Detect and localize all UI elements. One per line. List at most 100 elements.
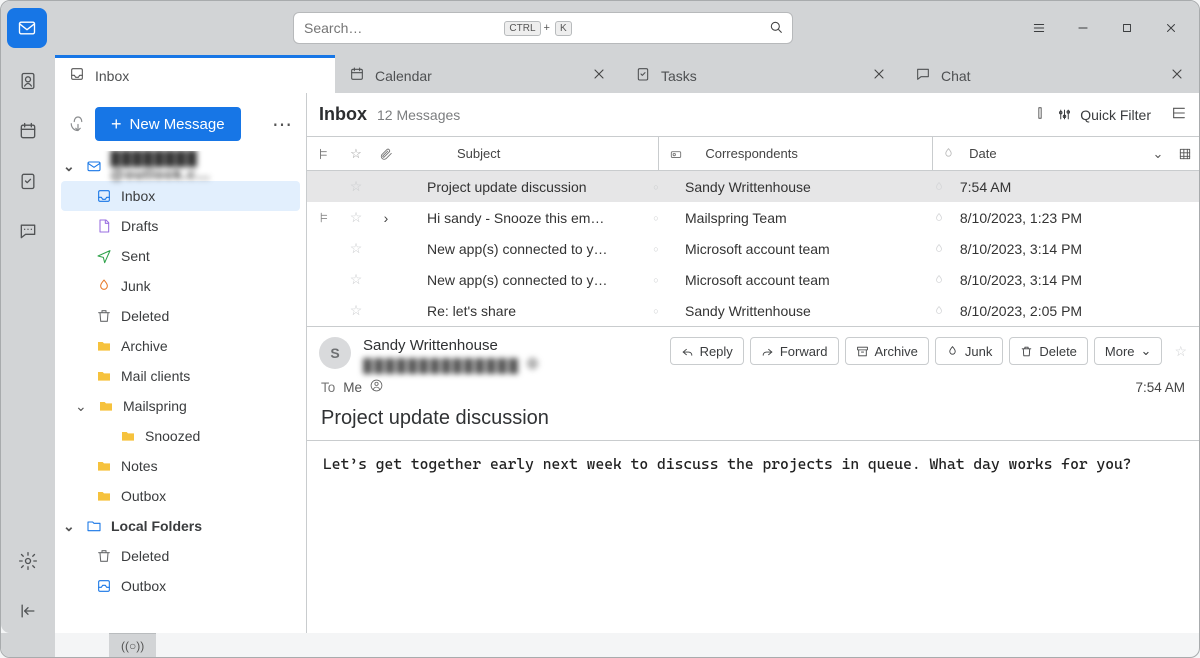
junk-button[interactable]: Junk bbox=[935, 337, 1003, 365]
rail-chat-icon[interactable] bbox=[16, 219, 40, 243]
tab-chat[interactable]: Chat bbox=[901, 55, 1199, 93]
folder-mailspring[interactable]: ⌄ Mailspring bbox=[61, 391, 300, 421]
tab-inbox[interactable]: Inbox bbox=[55, 55, 335, 93]
sent-icon bbox=[95, 248, 113, 264]
message-date: 8/10/2023, 3:14 PM bbox=[954, 233, 1145, 264]
folder-junk[interactable]: Junk bbox=[61, 271, 300, 301]
flame-icon bbox=[924, 171, 954, 202]
col-correspondents-icon[interactable] bbox=[659, 137, 693, 170]
rail-settings-icon[interactable] bbox=[16, 549, 40, 573]
folder-outbox[interactable]: Outbox bbox=[61, 481, 300, 511]
expand-chevron-icon[interactable]: › bbox=[371, 202, 401, 233]
junk-icon bbox=[95, 278, 113, 294]
star-icon[interactable]: ☆ bbox=[341, 171, 371, 202]
message-row[interactable]: ☆ New app(s) connected to y… ○ Microsoft… bbox=[307, 233, 1199, 264]
search-box[interactable]: CTRL + K bbox=[293, 12, 793, 44]
account-header[interactable]: ⌄ ████████ @outlook.c… bbox=[61, 151, 300, 181]
search-input[interactable] bbox=[302, 19, 502, 37]
folder-deleted-label: Deleted bbox=[121, 308, 169, 324]
star-icon[interactable]: ☆ bbox=[341, 202, 371, 233]
new-message-button[interactable]: + New Message bbox=[95, 107, 241, 141]
trash-icon bbox=[95, 548, 113, 564]
layout-options-icon[interactable] bbox=[1161, 105, 1187, 124]
folder-sent[interactable]: Sent bbox=[61, 241, 300, 271]
archive-button[interactable]: Archive bbox=[845, 337, 929, 365]
message-row[interactable]: ☆ Re: let's share ○ Sandy Writtenhouse 8… bbox=[307, 295, 1199, 326]
message-from: Mailspring Team bbox=[673, 202, 924, 233]
col-thread-icon[interactable] bbox=[307, 137, 341, 170]
window-close-button[interactable] bbox=[1149, 6, 1193, 50]
activity-rail bbox=[1, 55, 55, 633]
contact-icon[interactable] bbox=[370, 379, 383, 395]
col-sort-chevron[interactable]: ⌄ bbox=[1145, 137, 1171, 170]
tab-chat-close[interactable] bbox=[1169, 66, 1185, 85]
rail-tasks-icon[interactable] bbox=[16, 169, 40, 193]
folder-drafts-label: Drafts bbox=[121, 218, 158, 234]
inbox-icon bbox=[69, 66, 85, 85]
window-maximize-button[interactable] bbox=[1105, 6, 1149, 50]
star-icon[interactable]: ☆ bbox=[341, 295, 371, 326]
get-messages-icon[interactable] bbox=[69, 114, 87, 135]
app-menu-button[interactable] bbox=[1017, 6, 1061, 50]
tab-tasks-close[interactable] bbox=[871, 66, 887, 85]
tab-chat-label: Chat bbox=[941, 68, 971, 84]
star-icon[interactable]: ☆ bbox=[341, 264, 371, 295]
star-icon[interactable]: ☆ bbox=[341, 233, 371, 264]
trash-icon bbox=[95, 308, 113, 324]
more-button[interactable]: More ⌄ bbox=[1094, 337, 1163, 365]
local-folders-icon bbox=[85, 518, 103, 534]
search-icon[interactable] bbox=[768, 19, 784, 38]
window-minimize-button[interactable] bbox=[1061, 6, 1105, 50]
local-outbox[interactable]: Outbox bbox=[61, 571, 300, 601]
local-deleted-label: Deleted bbox=[121, 548, 169, 564]
folder-notes[interactable]: Notes bbox=[61, 451, 300, 481]
rail-contacts-icon[interactable] bbox=[16, 69, 40, 93]
display-options-icon[interactable] bbox=[1033, 106, 1047, 123]
chevron-down-icon: ⌄ bbox=[63, 518, 77, 535]
col-attachment-icon[interactable] bbox=[371, 137, 401, 170]
message-subject: Hi sandy - Snooze this em… bbox=[421, 202, 639, 233]
quick-filter-button[interactable]: Quick Filter bbox=[1057, 107, 1151, 123]
local-deleted[interactable]: Deleted bbox=[61, 541, 300, 571]
inbox-folder-icon bbox=[95, 188, 113, 204]
local-folders-header[interactable]: ⌄ Local Folders bbox=[61, 511, 300, 541]
col-subject[interactable]: Subject bbox=[451, 137, 659, 170]
message-from: Sandy Writtenhouse bbox=[673, 171, 924, 202]
col-star-icon[interactable]: ☆ bbox=[341, 137, 371, 170]
col-correspondents[interactable]: Correspondents bbox=[693, 137, 933, 170]
folder-mail-clients[interactable]: Mail clients bbox=[61, 361, 300, 391]
rail-calendar-icon[interactable] bbox=[16, 119, 40, 143]
folder-archive[interactable]: Archive bbox=[61, 331, 300, 361]
preview-time: 7:54 AM bbox=[1135, 380, 1185, 395]
col-picker-icon[interactable] bbox=[1171, 137, 1199, 170]
col-date[interactable]: Date bbox=[963, 137, 1145, 170]
folder-pane-menu[interactable]: ⋯ bbox=[268, 112, 296, 137]
column-headers: ☆ Subject Correspondents Date ⌄ bbox=[307, 137, 1199, 171]
tab-calendar[interactable]: Calendar bbox=[335, 55, 621, 93]
folder-inbox[interactable]: Inbox bbox=[61, 181, 300, 211]
col-spam-icon[interactable] bbox=[933, 137, 963, 170]
message-row[interactable]: ☆ New app(s) connected to y… ○ Microsoft… bbox=[307, 264, 1199, 295]
more-label: More bbox=[1105, 344, 1135, 359]
reply-button[interactable]: Reply bbox=[670, 337, 744, 365]
preview-star-icon[interactable]: ☆ bbox=[1168, 343, 1187, 360]
tab-tasks[interactable]: Tasks bbox=[621, 55, 901, 93]
folder-deleted[interactable]: Deleted bbox=[61, 301, 300, 331]
junk-label: Junk bbox=[965, 344, 992, 359]
rail-collapse-icon[interactable] bbox=[16, 599, 40, 623]
app-icon[interactable] bbox=[7, 8, 47, 48]
folder-drafts[interactable]: Drafts bbox=[61, 211, 300, 241]
message-date: 8/10/2023, 3:14 PM bbox=[954, 264, 1145, 295]
folder-snoozed-label: Snoozed bbox=[145, 428, 200, 444]
flame-icon bbox=[924, 295, 954, 326]
folder-notes-label: Notes bbox=[121, 458, 158, 474]
delete-button[interactable]: Delete bbox=[1009, 337, 1088, 365]
preview-from-name: Sandy Writtenhouse bbox=[363, 337, 539, 354]
tab-calendar-close[interactable] bbox=[591, 66, 607, 85]
folder-snoozed[interactable]: Snoozed bbox=[61, 421, 300, 451]
forward-button[interactable]: Forward bbox=[750, 337, 839, 365]
folder-icon bbox=[95, 488, 113, 504]
message-row[interactable]: ☆ › Hi sandy - Snooze this em… ○ Mailspr… bbox=[307, 202, 1199, 233]
message-row[interactable]: ☆ Project update discussion ○ Sandy Writ… bbox=[307, 171, 1199, 202]
message-from: Microsoft account team bbox=[673, 264, 924, 295]
